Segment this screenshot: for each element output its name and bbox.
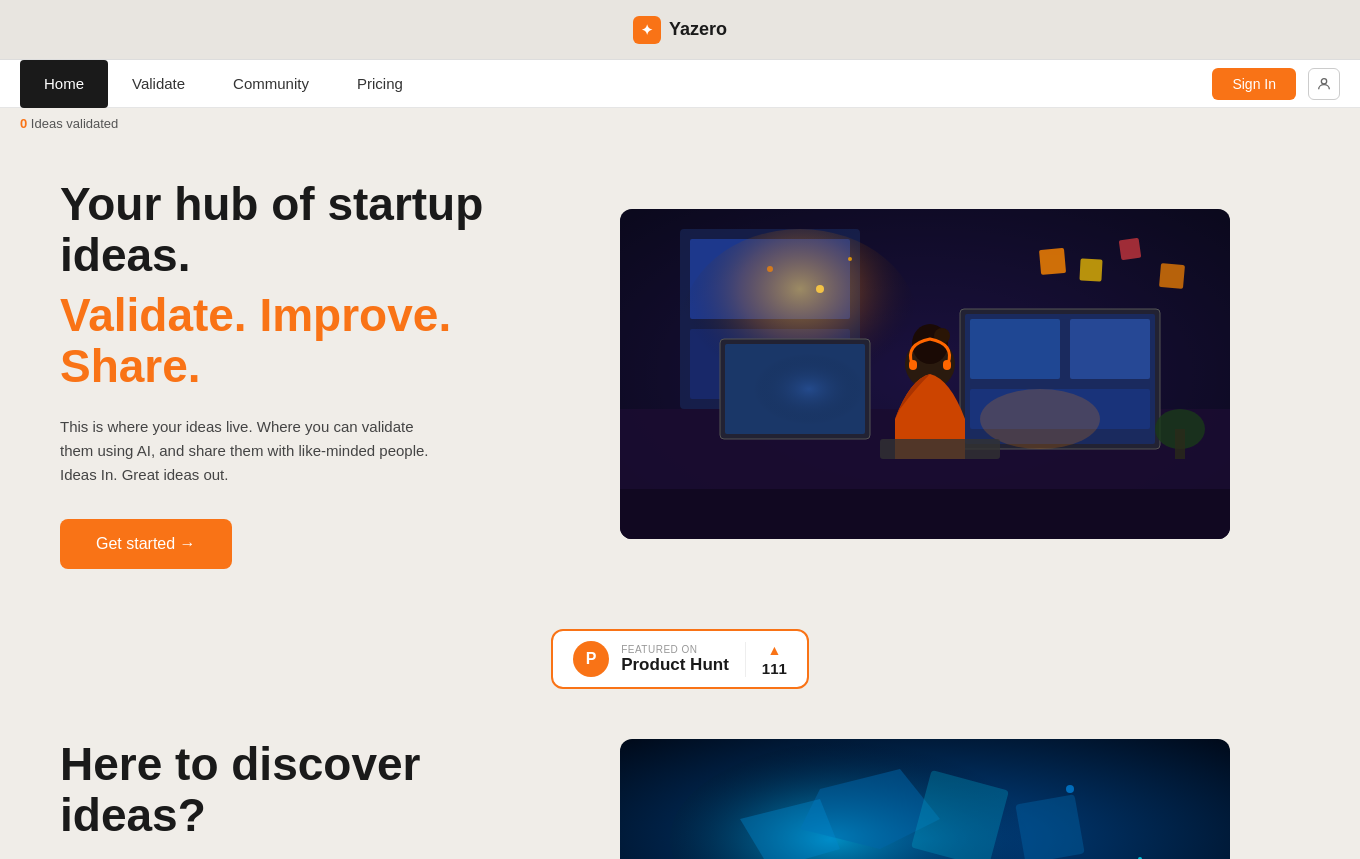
svg-rect-14 bbox=[1070, 319, 1150, 379]
svg-point-31 bbox=[848, 257, 852, 261]
nav-left: Home Validate Community Pricing bbox=[20, 60, 427, 108]
svg-rect-39 bbox=[1015, 795, 1085, 859]
top-bar: ✦ Yazero bbox=[0, 0, 1360, 60]
nav-bar: Home Validate Community Pricing Sign In bbox=[0, 60, 1360, 108]
svg-point-30 bbox=[767, 266, 773, 272]
ph-name-label: Product Hunt bbox=[621, 655, 729, 675]
logo-icon: ✦ bbox=[633, 16, 661, 44]
hero-description: This is where your ideas live. Where you… bbox=[60, 415, 440, 487]
svg-rect-10 bbox=[725, 344, 865, 434]
hero-title: Your hub of startup ideas. bbox=[60, 179, 560, 280]
product-hunt-badge[interactable]: P FEATURED ON Product Hunt ▲ 111 bbox=[551, 629, 809, 689]
nav-item-validate[interactable]: Validate bbox=[108, 60, 209, 108]
bottom-right bbox=[620, 739, 1230, 859]
svg-point-41 bbox=[1066, 785, 1074, 793]
hero-image bbox=[620, 209, 1230, 539]
ph-upvote-icon: ▲ bbox=[767, 642, 781, 658]
counter-number: 0 bbox=[20, 116, 27, 131]
sign-in-button[interactable]: Sign In bbox=[1212, 68, 1296, 100]
svg-rect-26 bbox=[1159, 263, 1185, 289]
bottom-image bbox=[620, 739, 1230, 859]
logo-text: Yazero bbox=[669, 19, 727, 40]
ph-logo-icon: P bbox=[573, 641, 609, 677]
ph-votes-area: ▲ 111 bbox=[745, 642, 787, 677]
bottom-left: Here to discover ideas? bbox=[60, 739, 560, 840]
bottom-section: Here to discover ideas? bbox=[0, 719, 1360, 859]
svg-rect-28 bbox=[1175, 429, 1185, 459]
ph-text-area: FEATURED ON Product Hunt bbox=[621, 644, 729, 675]
hero-right bbox=[620, 209, 1230, 539]
counter-label: Ideas validated bbox=[31, 116, 118, 131]
svg-rect-23 bbox=[1039, 248, 1066, 275]
svg-rect-25 bbox=[1119, 238, 1142, 261]
svg-rect-22 bbox=[880, 439, 1000, 459]
counter-bar: 0 Ideas validated bbox=[0, 108, 1360, 139]
user-icon[interactable] bbox=[1308, 68, 1340, 100]
product-hunt-section: P FEATURED ON Product Hunt ▲ 111 bbox=[0, 609, 1360, 719]
svg-rect-13 bbox=[970, 319, 1060, 379]
ph-featured-label: FEATURED ON bbox=[621, 644, 729, 655]
svg-rect-24 bbox=[1079, 259, 1102, 282]
svg-point-0 bbox=[1321, 78, 1326, 83]
get-started-button[interactable]: Get started → bbox=[60, 519, 232, 569]
hero-subtitle: Validate. Improve. Share. bbox=[60, 290, 560, 391]
bottom-title: Here to discover ideas? bbox=[60, 739, 560, 840]
hero-left: Your hub of startup ideas. Validate. Imp… bbox=[60, 179, 560, 569]
nav-item-home[interactable]: Home bbox=[20, 60, 108, 108]
main-content: Your hub of startup ideas. Validate. Imp… bbox=[0, 139, 1360, 609]
nav-item-pricing[interactable]: Pricing bbox=[333, 60, 427, 108]
svg-rect-19 bbox=[909, 360, 917, 370]
svg-point-29 bbox=[816, 285, 824, 293]
svg-rect-32 bbox=[620, 489, 1230, 539]
logo-area: ✦ Yazero bbox=[633, 16, 727, 44]
svg-rect-20 bbox=[943, 360, 951, 370]
nav-item-community[interactable]: Community bbox=[209, 60, 333, 108]
ph-vote-count: 111 bbox=[762, 660, 787, 677]
nav-right: Sign In bbox=[1212, 68, 1340, 100]
